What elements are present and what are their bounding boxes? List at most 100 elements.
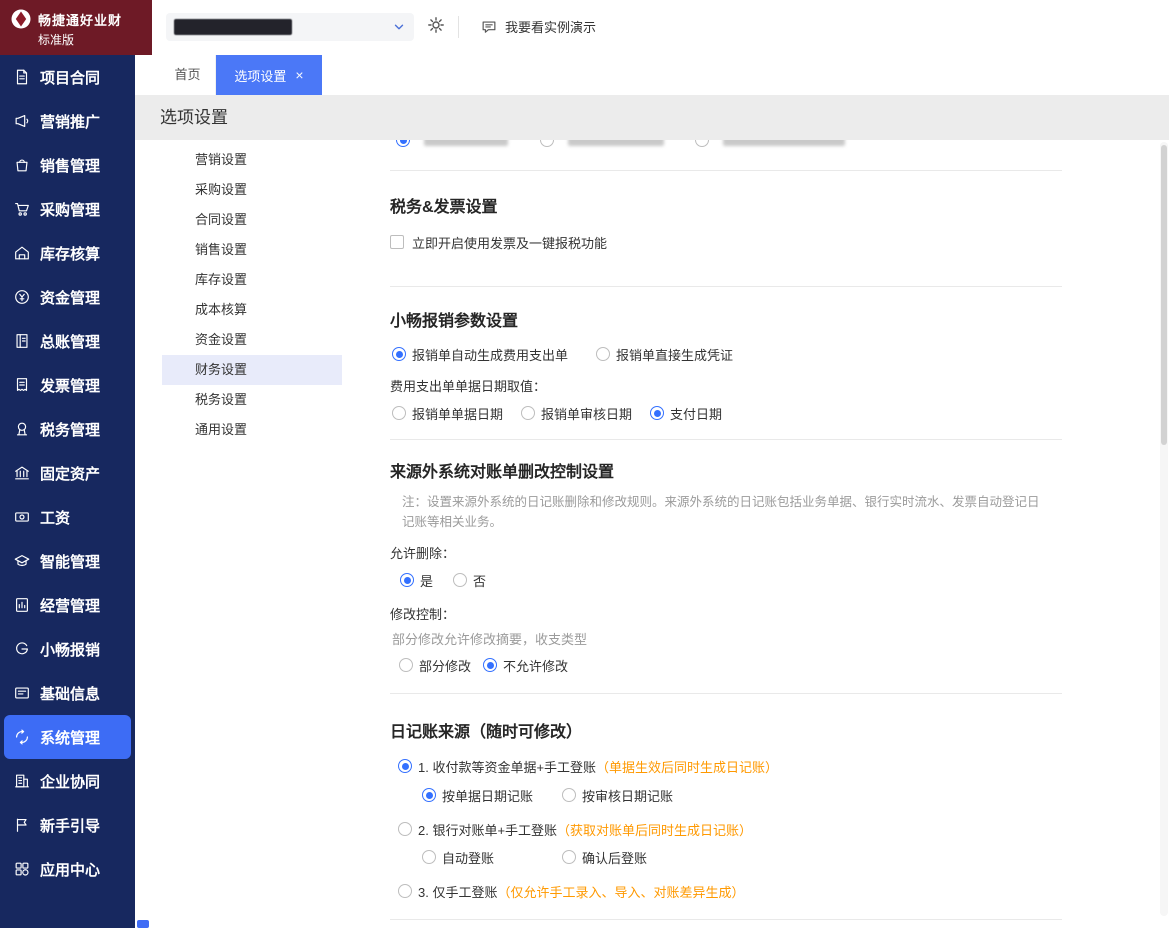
settings-nav-sales[interactable]: 销售设置	[162, 235, 342, 265]
allow-delete-options: 是 否	[390, 571, 1062, 590]
chevron-down-icon	[392, 20, 406, 39]
sidebar-item-beginner-guide[interactable]: 新手引导	[0, 803, 135, 847]
radio-delete-yes[interactable]: 是	[400, 571, 433, 590]
sidebar-item-basic-info[interactable]: 基础信息	[0, 671, 135, 715]
radio-icon	[399, 658, 413, 672]
settings-nav-contract[interactable]: 合同设置	[162, 205, 342, 235]
tab-options-settings[interactable]: 选项设置 ×	[216, 55, 322, 95]
radio-icon	[398, 759, 412, 773]
sidebar-item-smart-management[interactable]: 智能管理	[0, 539, 135, 583]
account-selector[interactable]	[166, 13, 414, 41]
sidebar-item-label: 经营管理	[40, 597, 101, 615]
sidebar-item-inventory[interactable]: 库存核算	[0, 231, 135, 275]
sidebar-item-label: 采购管理	[40, 201, 101, 219]
vertical-scrollbar-thumb[interactable]	[1161, 145, 1167, 445]
enterprise-collaboration-icon	[13, 772, 31, 790]
sidebar-item-label: 基础信息	[40, 685, 101, 703]
sidebar-item-app-center[interactable]: 应用中心	[0, 847, 135, 891]
sidebar-item-label: 工资	[40, 509, 71, 527]
journal-option-2[interactable]: 2. 银行对账单+手工登账 （获取对账单后同时生成日记账）	[390, 821, 1062, 838]
sidebar-item-tax[interactable]: 税务管理	[0, 407, 135, 451]
sidebar-item-salary[interactable]: 工资	[0, 495, 135, 539]
app-edition: 标准版	[38, 33, 75, 47]
section-title-reimburse: 小畅报销参数设置	[390, 313, 519, 330]
journal-option-1[interactable]: 1. 收付款等资金单据+手工登账 （单据生效后同时生成日记账）	[390, 758, 1062, 775]
radio-partial-modify[interactable]: 部分修改	[399, 656, 471, 675]
invoice-enable-checkbox[interactable]	[390, 235, 404, 249]
page-title: 选项设置	[135, 95, 1169, 140]
sidebar-item-project-contract[interactable]: 项目合同	[0, 55, 135, 99]
sidebar-item-label: 库存核算	[40, 245, 101, 263]
sidebar-item-label: 小畅报销	[40, 641, 101, 659]
settings-nav-tax[interactable]: 税务设置	[162, 385, 342, 415]
section-title-tax-invoice: 税务&发票设置	[390, 199, 498, 216]
settings-nav: 营销设置 采购设置 合同设置 销售设置 库存设置 成本核算 资金设置 财务设置 …	[162, 145, 342, 445]
radio-icon	[596, 347, 611, 361]
journal-option-3-hint: （仅允许手工录入、导入、对账差异生成）	[497, 884, 745, 900]
sales-icon	[13, 156, 31, 174]
radio-icon	[392, 406, 406, 420]
settings-content: 营销设置 采购设置 合同设置 销售设置 库存设置 成本核算 资金设置 财务设置 …	[135, 140, 1169, 928]
gear-icon[interactable]	[426, 15, 446, 40]
radio-reimburse-direct-voucher[interactable]: 报销单直接生成凭证	[596, 345, 733, 364]
tab-home[interactable]: 首页	[160, 55, 216, 95]
radio-pay-date[interactable]: 支付日期	[650, 404, 722, 423]
sidebar-item-invoice[interactable]: 发票管理	[0, 363, 135, 407]
radio-delete-no[interactable]: 否	[453, 571, 486, 590]
horizontal-scrollbar-thumb[interactable]	[137, 920, 149, 928]
journal-option-3[interactable]: 3. 仅手工登账 （仅允许手工录入、导入、对账差异生成）	[390, 883, 1062, 900]
redacted-account-name	[174, 19, 292, 35]
radio-by-doc-date[interactable]: 按单据日期记账	[422, 786, 562, 805]
radio-auto-post[interactable]: 自动登账	[422, 848, 562, 867]
topbar: 我要看实例演示	[152, 0, 1169, 55]
invoice-enable-option[interactable]: 立即开启使用发票及一键报税功能	[390, 234, 1062, 251]
sidebar-item-label: 发票管理	[40, 377, 101, 395]
radio-by-audit-date[interactable]: 按审核日期记账	[562, 786, 702, 805]
vertical-scrollbar[interactable]	[1160, 142, 1168, 916]
sidebar-item-label: 系统管理	[40, 729, 101, 747]
sidebar-item-sales[interactable]: 销售管理	[0, 143, 135, 187]
sidebar-item-general-ledger[interactable]: 总账管理	[0, 319, 135, 363]
sidebar-item-purchase[interactable]: 采购管理	[0, 187, 135, 231]
settings-nav-marketing[interactable]: 营销设置	[162, 145, 342, 175]
close-tab-icon[interactable]: ×	[295, 68, 303, 82]
sidebar-item-label: 资金管理	[40, 289, 101, 307]
settings-nav-finance[interactable]: 财务设置	[162, 355, 342, 385]
demo-link[interactable]: 我要看实例演示	[480, 17, 596, 36]
obscured-setting-row	[390, 140, 1062, 152]
brand-logo-icon	[10, 8, 32, 30]
sidebar-item-marketing[interactable]: 营销推广	[0, 99, 135, 143]
radio-post-after-confirm[interactable]: 确认后登账	[562, 848, 702, 867]
sidebar-item-funds[interactable]: 资金管理	[0, 275, 135, 319]
radio-audit-date[interactable]: 报销单审核日期	[521, 404, 632, 423]
radio-icon	[392, 347, 406, 361]
radio-icon	[422, 788, 436, 802]
sidebar-item-enterprise-collaboration[interactable]: 企业协同	[0, 759, 135, 803]
sidebar-item-system-management[interactable]: 系统管理	[4, 715, 131, 759]
settings-panel: 税务&发票设置 立即开启使用发票及一键报税功能 小畅报销参数设置 报销单自动生成…	[390, 140, 1062, 920]
radio-reimburse-auto-expense[interactable]: 报销单自动生成费用支出单	[392, 345, 568, 364]
sidebar-item-fixed-assets[interactable]: 固定资产	[0, 451, 135, 495]
journal-option-2-hint: （获取对账单后同时生成日记账）	[557, 822, 753, 838]
settings-nav-funds[interactable]: 资金设置	[162, 325, 342, 355]
settings-nav-purchase[interactable]: 采购设置	[162, 175, 342, 205]
expense-date-label: 费用支出单单据日期取值：	[390, 379, 547, 394]
app-title: 畅捷通好业财	[38, 12, 123, 28]
settings-nav-inventory[interactable]: 库存设置	[162, 265, 342, 295]
radio-doc-date[interactable]: 报销单单据日期	[392, 404, 503, 423]
section-divider	[390, 170, 1062, 171]
section-divider	[390, 439, 1062, 440]
chat-bubble-icon	[480, 18, 498, 36]
settings-nav-general[interactable]: 通用设置	[162, 415, 342, 445]
sidebar-item-operation-management[interactable]: 经营管理	[0, 583, 135, 627]
section-divider	[390, 286, 1062, 287]
purchase-icon	[13, 200, 31, 218]
radio-icon	[562, 850, 576, 864]
sidebar: 项目合同 营销推广 销售管理 采购管理 库存核算 资金管理 总账管理 发票管理 …	[0, 55, 135, 928]
sidebar-item-xiaochang-reimburse[interactable]: 小畅报销	[0, 627, 135, 671]
sidebar-item-label: 企业协同	[40, 773, 101, 791]
settings-nav-cost-accounting[interactable]: 成本核算	[162, 295, 342, 325]
xiaochang-reimburse-icon	[13, 640, 31, 658]
sidebar-item-label: 固定资产	[40, 465, 101, 483]
radio-no-modify[interactable]: 不允许修改	[483, 656, 568, 675]
